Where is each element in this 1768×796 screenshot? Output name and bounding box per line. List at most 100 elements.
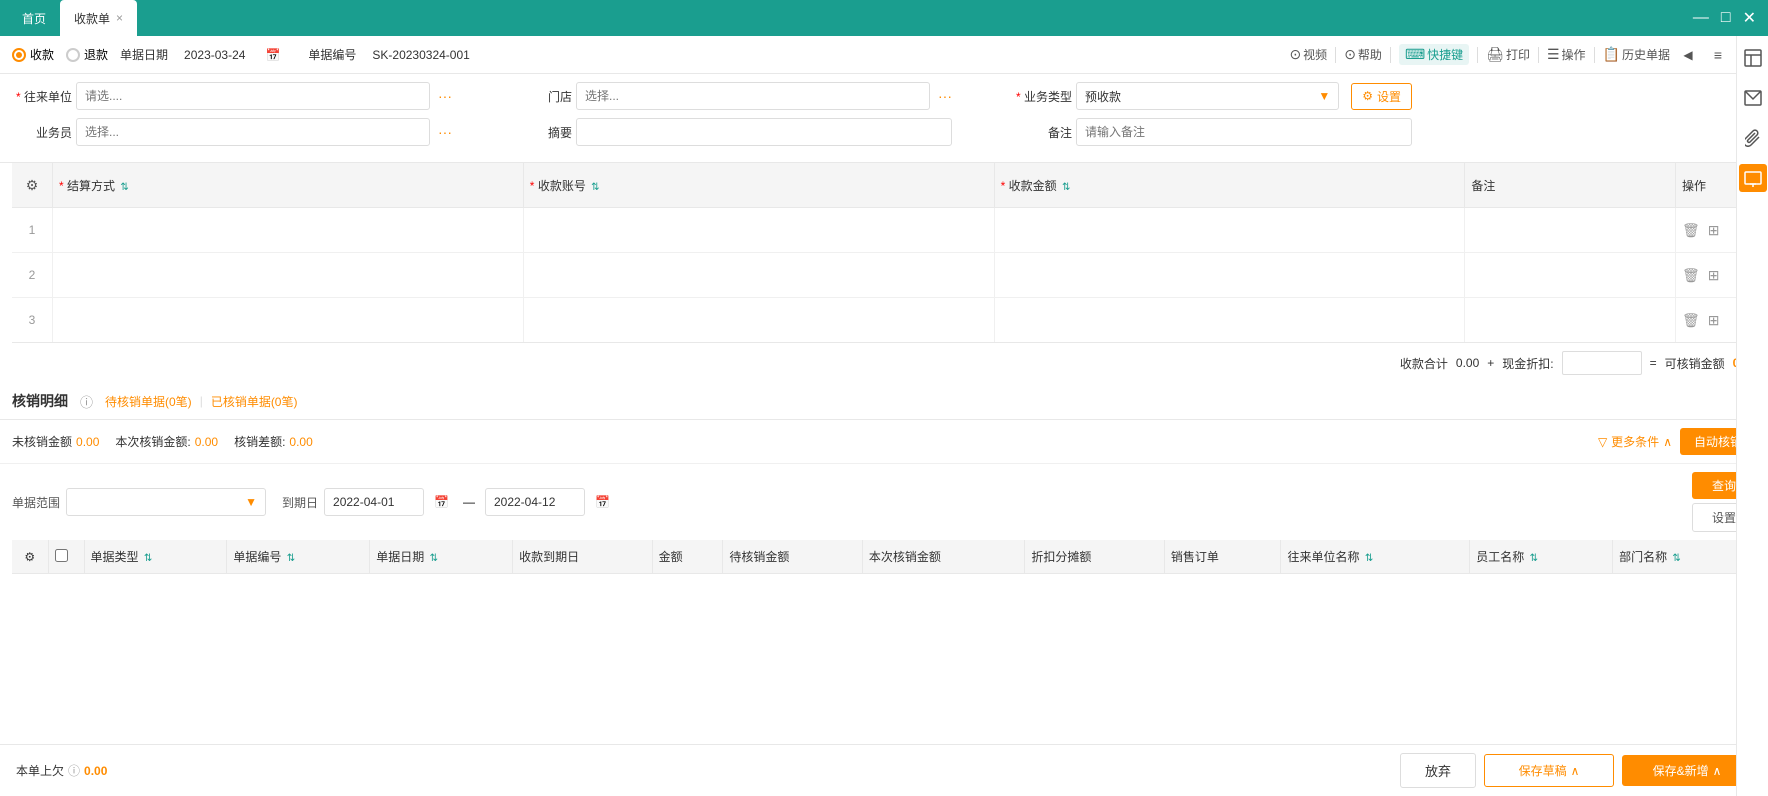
stats-row: 未核销金额 0.00 本次核销金额: 0.00 核销差额: 0.00 ▽ 更多条… — [0, 420, 1768, 463]
table-settings-icon[interactable]: ⚙ — [18, 171, 46, 199]
bth-settings[interactable]: ⚙ — [12, 540, 48, 574]
th-settings[interactable]: ⚙ — [12, 163, 53, 208]
sidebar-screen-icon[interactable] — [1739, 164, 1767, 192]
discount-input[interactable] — [1562, 351, 1642, 375]
restore-icon[interactable]: □ — [1717, 7, 1735, 29]
tab-done[interactable]: 已核销单据(0笔) — [211, 393, 298, 410]
sort-doctype-icon[interactable]: ⇅ — [144, 553, 152, 564]
more-conditions-btn[interactable]: ▽ 更多条件 ∧ — [1598, 433, 1672, 450]
counterpart-input[interactable] — [76, 82, 430, 110]
copy-row-3-icon[interactable]: ⊞ — [1708, 312, 1720, 329]
sort-settlement-icon[interactable]: ⇅ — [120, 182, 128, 193]
save-draft-btn[interactable]: 保存草稿 ∧ — [1484, 754, 1614, 787]
radio-receipt[interactable]: 收款 — [12, 46, 54, 63]
nav-arrows: ◀ — [1678, 45, 1698, 65]
sort-counterpart-icon[interactable]: ⇅ — [1365, 553, 1373, 564]
radio-receipt-dot — [12, 48, 26, 62]
store-input[interactable] — [576, 82, 930, 110]
row-settlement-1[interactable] — [53, 208, 524, 253]
radio-refund[interactable]: 退款 — [66, 46, 108, 63]
delete-row-3-icon[interactable]: 🗑 — [1682, 312, 1700, 329]
th-account: * 收款账号 ⇅ — [523, 163, 994, 208]
uncanceled-value: 0.00 — [76, 435, 99, 449]
bth-sales-order: 销售订单 — [1164, 540, 1281, 574]
delete-row-1-icon[interactable]: 🗑 — [1682, 222, 1700, 239]
row-settlement-3[interactable] — [53, 298, 524, 343]
settings-icon: ⚙ — [1362, 89, 1373, 103]
date-to-input[interactable] — [485, 488, 585, 516]
sort-docdate-icon[interactable]: ⇅ — [430, 553, 438, 564]
row-note-1[interactable] — [1465, 208, 1676, 253]
print-link[interactable]: 🖨 打印 — [1486, 46, 1530, 63]
summary-field: 摘要 — [512, 118, 952, 146]
sort-account-icon[interactable]: ⇅ — [591, 182, 599, 193]
range-field: 单据范围 ▼ — [12, 488, 266, 516]
sort-dept-icon[interactable]: ⇅ — [1672, 553, 1680, 564]
right-sidebar — [1736, 36, 1768, 796]
help-link[interactable]: ⊙ 帮助 — [1344, 46, 1382, 63]
table-row: 2 🗑 ⊞ — [12, 253, 1756, 298]
biz-type-field: 业务类型 预收款 ▼ ⚙ 设置 — [1012, 82, 1412, 110]
settings-button[interactable]: ⚙ 设置 — [1351, 83, 1412, 110]
row-settlement-2[interactable] — [53, 253, 524, 298]
bth-pending: 待核销金额 — [723, 540, 863, 574]
footer-info-icon[interactable]: ⓘ — [68, 762, 80, 779]
note-field: 备注 — [1012, 118, 1412, 146]
copy-row-2-icon[interactable]: ⊞ — [1708, 267, 1720, 284]
section-help-icon[interactable]: ⓘ — [80, 392, 93, 411]
close-tab-icon[interactable]: × — [116, 11, 123, 25]
tab-receipt[interactable]: 收款单 × — [60, 0, 137, 36]
list-view-icon[interactable]: ≡ — [1706, 45, 1730, 65]
calendar-from-icon[interactable]: 📅 — [434, 495, 449, 509]
sort-employee-icon[interactable]: ⇅ — [1530, 553, 1538, 564]
row-note-2[interactable] — [1465, 253, 1676, 298]
biz-type-select[interactable]: 预收款 ▼ — [1076, 82, 1339, 110]
row-note-3[interactable] — [1465, 298, 1676, 343]
calendar-icon[interactable]: 📅 — [265, 48, 280, 62]
summary-input[interactable] — [576, 118, 952, 146]
keyboard-icon: ⌨ — [1405, 46, 1425, 63]
tab-home[interactable]: 首页 — [8, 0, 60, 36]
sidebar-mail-icon[interactable] — [1739, 84, 1767, 112]
salesperson-more-icon[interactable]: ··· — [438, 124, 452, 140]
tab-receipt-label: 收款单 — [74, 10, 110, 27]
tab-pending[interactable]: 待核销单据(0笔) — [105, 393, 192, 410]
stat-uncanceled: 未核销金额 0.00 — [12, 433, 99, 450]
date-dash: — — [463, 495, 475, 509]
operation-link[interactable]: ☰ 操作 — [1547, 46, 1586, 63]
minimize-icon[interactable]: — — [1689, 7, 1713, 29]
sidebar-table-icon[interactable] — [1739, 44, 1767, 72]
row-amount-1[interactable] — [994, 208, 1465, 253]
bottom-table: ⚙ 单据类型 ⇅ 单据编号 ⇅ 单据日期 ⇅ — [12, 540, 1756, 574]
bottom-settings-icon[interactable]: ⚙ — [24, 550, 35, 564]
range-select[interactable]: ▼ — [66, 488, 266, 516]
select-all-checkbox[interactable] — [55, 549, 68, 562]
row-account-1[interactable] — [523, 208, 994, 253]
delete-row-2-icon[interactable]: 🗑 — [1682, 267, 1700, 284]
shortcut-link[interactable]: ⌨ 快捷键 — [1399, 44, 1469, 65]
row-amount-2[interactable] — [994, 253, 1465, 298]
video-link[interactable]: ⊙ 视频 — [1289, 46, 1327, 63]
table-row: 3 🗑 ⊞ — [12, 298, 1756, 343]
date-from-input[interactable] — [324, 488, 424, 516]
row-account-2[interactable] — [523, 253, 994, 298]
bth-checkbox[interactable] — [48, 540, 84, 574]
close-window-icon[interactable]: ✕ — [1739, 6, 1760, 30]
save-new-btn[interactable]: 保存&新增 ∧ — [1622, 755, 1752, 786]
copy-row-1-icon[interactable]: ⊞ — [1708, 222, 1720, 239]
diff-value: 0.00 — [289, 435, 312, 449]
abandon-btn[interactable]: 放弃 — [1400, 753, 1476, 788]
salesperson-input[interactable] — [76, 118, 430, 146]
history-link[interactable]: 📋 历史单据 — [1603, 46, 1670, 63]
note-input[interactable] — [1076, 118, 1412, 146]
sidebar-paperclip-icon[interactable] — [1739, 124, 1767, 152]
calendar-to-icon[interactable]: 📅 — [595, 495, 610, 509]
store-more-icon[interactable]: ··· — [938, 88, 952, 104]
sort-docnum-icon[interactable]: ⇅ — [287, 553, 295, 564]
nav-prev[interactable]: ◀ — [1678, 45, 1698, 65]
row-account-3[interactable] — [523, 298, 994, 343]
sort-amount-icon[interactable]: ⇅ — [1062, 182, 1070, 193]
counterpart-more-icon[interactable]: ··· — [438, 88, 452, 104]
row-amount-3[interactable] — [994, 298, 1465, 343]
footer-label: 本单上欠 — [16, 762, 64, 779]
